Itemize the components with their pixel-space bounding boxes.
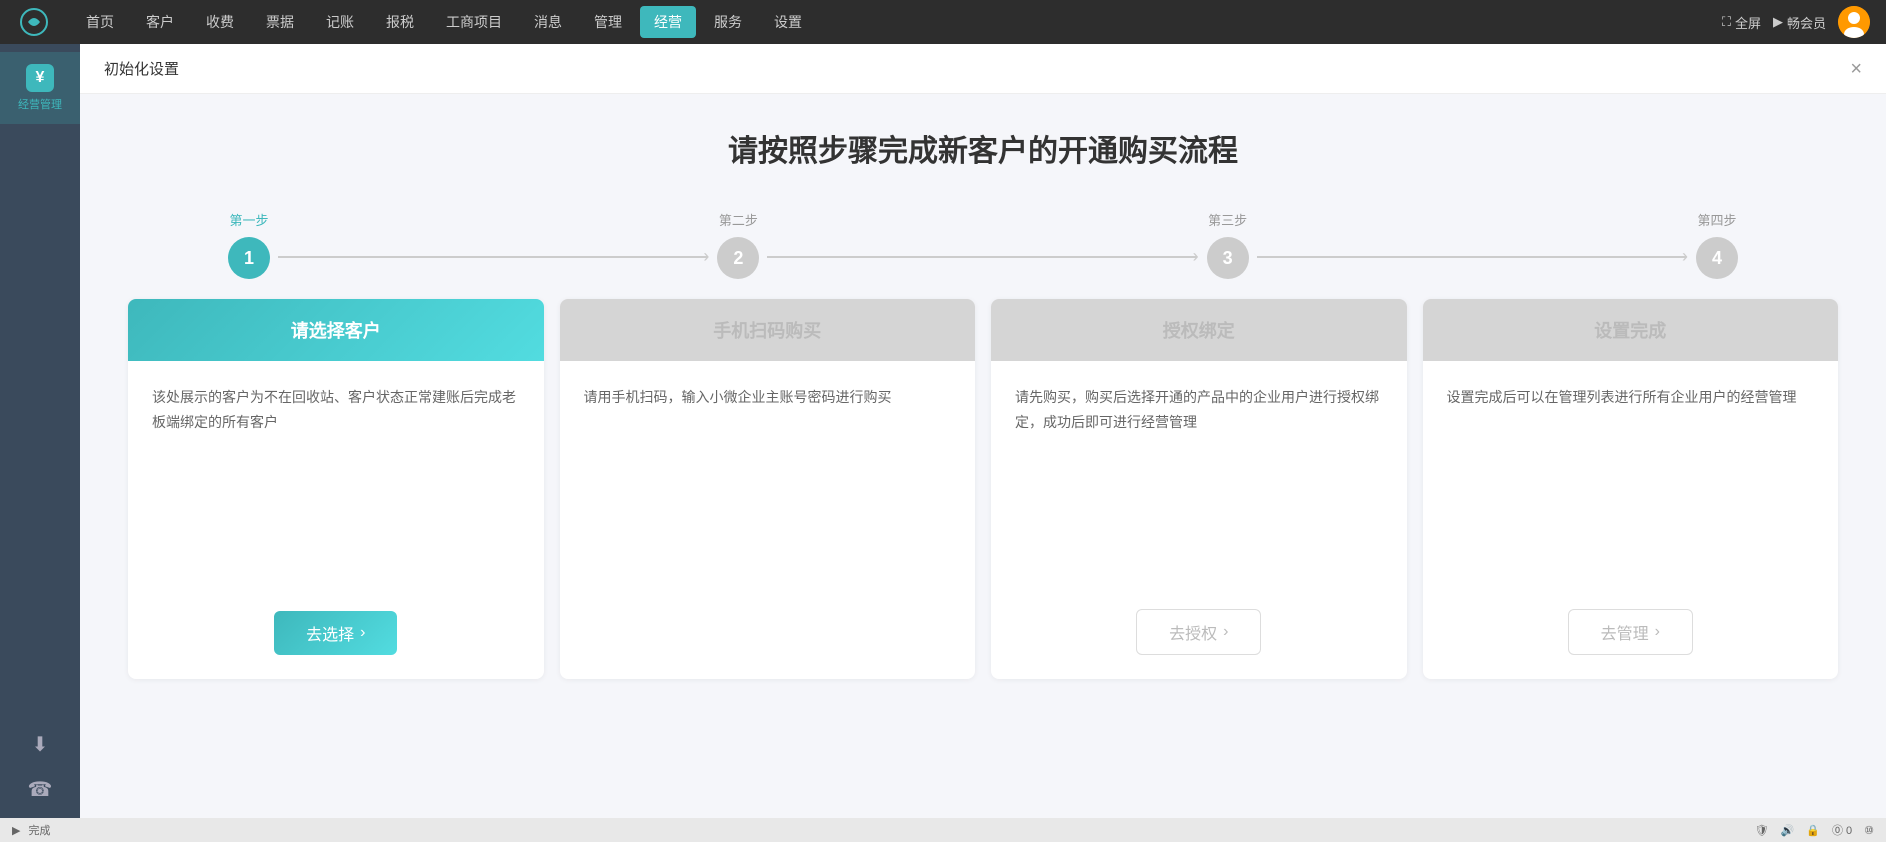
vip-btn[interactable]: ▶ 畅会员 <box>1773 13 1826 32</box>
page-title: 初始化设置 <box>104 58 179 79</box>
card-2-body: 请用手机扫码，输入小微企业主账号密码进行购买 <box>560 361 976 639</box>
nav-right-area: ⛶ 全屏 ▶ 畅会员 <box>1722 6 1870 38</box>
sidebar-download[interactable]: ⬇ <box>28 724 53 765</box>
card-4-body: 设置完成后可以在管理列表进行所有企业用户的经营管理 <box>1423 361 1839 593</box>
download-icon: ⬇ <box>32 732 49 757</box>
step-3-label: 第三步 <box>1208 210 1247 229</box>
card-1-body: 该处展示的客户为不在回收站、客户状态正常建账后完成老板端绑定的所有客户 <box>128 361 544 595</box>
flow-title: 请按照步骤完成新客户的开通购买流程 <box>128 126 1838 170</box>
goto-auth-arrow: › <box>1223 623 1228 641</box>
nav-industry[interactable]: 工商项目 <box>432 6 516 38</box>
sidebar-bottom: ⬇ ☎ <box>28 724 53 818</box>
status-bar: ▶ 完成 🛡 🔊 🔒 ⓪ 0 ⑩ <box>0 818 1886 842</box>
card-3-body: 请先购买，购买后选择开通的产品中的企业用户进行授权绑定，成功后即可进行经营管理 <box>991 361 1407 593</box>
volume-icon: 🔊 <box>1781 824 1795 837</box>
cards-row: 请选择客户 该处展示的客户为不在回收站、客户状态正常建账后完成老板端绑定的所有客… <box>128 299 1838 679</box>
step-4-label: 第四步 <box>1697 210 1736 229</box>
nav-bookkeeping[interactable]: 记账 <box>312 6 368 38</box>
fullscreen-btn[interactable]: ⛶ 全屏 <box>1722 13 1761 32</box>
sidebar: ¥ 经营管理 ⬇ ☎ <box>0 44 80 818</box>
card-step-2: 手机扫码购买 请用手机扫码，输入小微企业主账号密码进行购买 <box>560 299 976 679</box>
step-2-circle: 2 <box>717 237 759 279</box>
card-step-1: 请选择客户 该处展示的客户为不在回收站、客户状态正常建账后完成老板端绑定的所有客… <box>128 299 544 679</box>
vip-label: 畅会员 <box>1787 13 1826 32</box>
nav-home[interactable]: 首页 <box>72 6 128 38</box>
card-4-footer: 去管理 › <box>1423 593 1839 679</box>
step-4: 第四步 4 <box>1696 210 1738 279</box>
goto-manage-button[interactable]: 去管理 › <box>1568 609 1693 655</box>
nav-manage[interactable]: 管理 <box>580 6 636 38</box>
steps-visual: 第一步 1 › 第二步 2 › 第三步 3 <box>128 210 1838 279</box>
card-2-footer <box>560 639 976 679</box>
shield-icon: 🛡 <box>1755 824 1769 837</box>
nav-tax[interactable]: 报税 <box>372 6 428 38</box>
status-right: 🛡 🔊 🔒 ⓪ 0 ⑩ <box>1755 822 1874 838</box>
line-3 <box>1257 256 1686 258</box>
nav-customer[interactable]: 客户 <box>132 6 188 38</box>
nav-operation[interactable]: 经营 <box>640 6 696 38</box>
card-step-3: 授权绑定 请先购买，购买后选择开通的产品中的企业用户进行授权绑定，成功后即可进行… <box>991 299 1407 679</box>
play-icon: ▶ <box>12 824 20 837</box>
content-area: 请按照步骤完成新客户的开通购买流程 第一步 1 › 第二步 2 › <box>80 94 1886 818</box>
nav-bill[interactable]: 票据 <box>252 6 308 38</box>
nav-message[interactable]: 消息 <box>520 6 576 38</box>
main-panel: 初始化设置 × 请按照步骤完成新客户的开通购买流程 第一步 1 › 第二步 2 <box>80 44 1886 818</box>
avatar[interactable] <box>1838 6 1870 38</box>
fullscreen-label: 全屏 <box>1735 13 1761 32</box>
line-2 <box>767 256 1196 258</box>
goto-auth-button[interactable]: 去授权 › <box>1136 609 1261 655</box>
sidebar-item-operation[interactable]: ¥ 经营管理 <box>0 52 80 124</box>
step-2-label: 第二步 <box>719 210 758 229</box>
counter-0: ⓪ 0 <box>1832 822 1852 838</box>
vip-icon: ▶ <box>1773 14 1783 30</box>
sidebar-item-label: 经营管理 <box>18 96 62 112</box>
goto-select-button[interactable]: 去选择 › <box>274 611 397 655</box>
operation-icon: ¥ <box>26 64 54 92</box>
step-1-label: 第一步 <box>229 210 268 229</box>
close-button[interactable]: × <box>1850 59 1862 79</box>
arrowhead-2: › <box>1193 246 1199 267</box>
goto-auth-label: 去授权 <box>1169 620 1217 644</box>
card-2-header: 手机扫码购买 <box>560 299 976 361</box>
arrow-2-3: › <box>759 246 1206 267</box>
step-4-circle: 4 <box>1696 237 1738 279</box>
status-text: 完成 <box>28 822 50 838</box>
arrowhead-1: › <box>703 246 709 267</box>
support-icon: ☎ <box>28 777 53 802</box>
line-1 <box>278 256 707 258</box>
goto-manage-arrow: › <box>1655 623 1660 641</box>
card-3-header: 授权绑定 <box>991 299 1407 361</box>
step-3: 第三步 3 <box>1207 210 1249 279</box>
arrow-1-2: › <box>270 246 717 267</box>
card-step-4: 设置完成 设置完成后可以在管理列表进行所有企业用户的经营管理 去管理 › <box>1423 299 1839 679</box>
goto-select-label: 去选择 <box>306 621 354 645</box>
nav-settings[interactable]: 设置 <box>760 6 816 38</box>
card-4-header: 设置完成 <box>1423 299 1839 361</box>
step-2: 第二步 2 <box>717 210 759 279</box>
main-header: 初始化设置 × <box>80 44 1886 94</box>
step-1: 第一步 1 <box>228 210 270 279</box>
goto-select-arrow: › <box>360 624 365 642</box>
step-1-circle: 1 <box>228 237 270 279</box>
card-1-footer: 去选择 › <box>128 595 544 679</box>
arrow-3-4: › <box>1249 246 1696 267</box>
sidebar-support[interactable]: ☎ <box>28 769 53 810</box>
fullscreen-icon: ⛶ <box>1722 14 1731 30</box>
card-3-footer: 去授权 › <box>991 593 1407 679</box>
arrowhead-3: › <box>1682 246 1688 267</box>
app-logo <box>16 4 52 40</box>
card-1-header: 请选择客户 <box>128 299 544 361</box>
lock-icon: 🔒 <box>1806 824 1820 837</box>
nav-service[interactable]: 服务 <box>700 6 756 38</box>
counter-10: ⑩ <box>1864 824 1874 837</box>
step-3-circle: 3 <box>1207 237 1249 279</box>
nav-fee[interactable]: 收费 <box>192 6 248 38</box>
goto-manage-label: 去管理 <box>1601 620 1649 644</box>
top-navigation: 首页 客户 收费 票据 记账 报税 工商项目 消息 管理 经营 服务 设置 ⛶ … <box>0 0 1886 44</box>
